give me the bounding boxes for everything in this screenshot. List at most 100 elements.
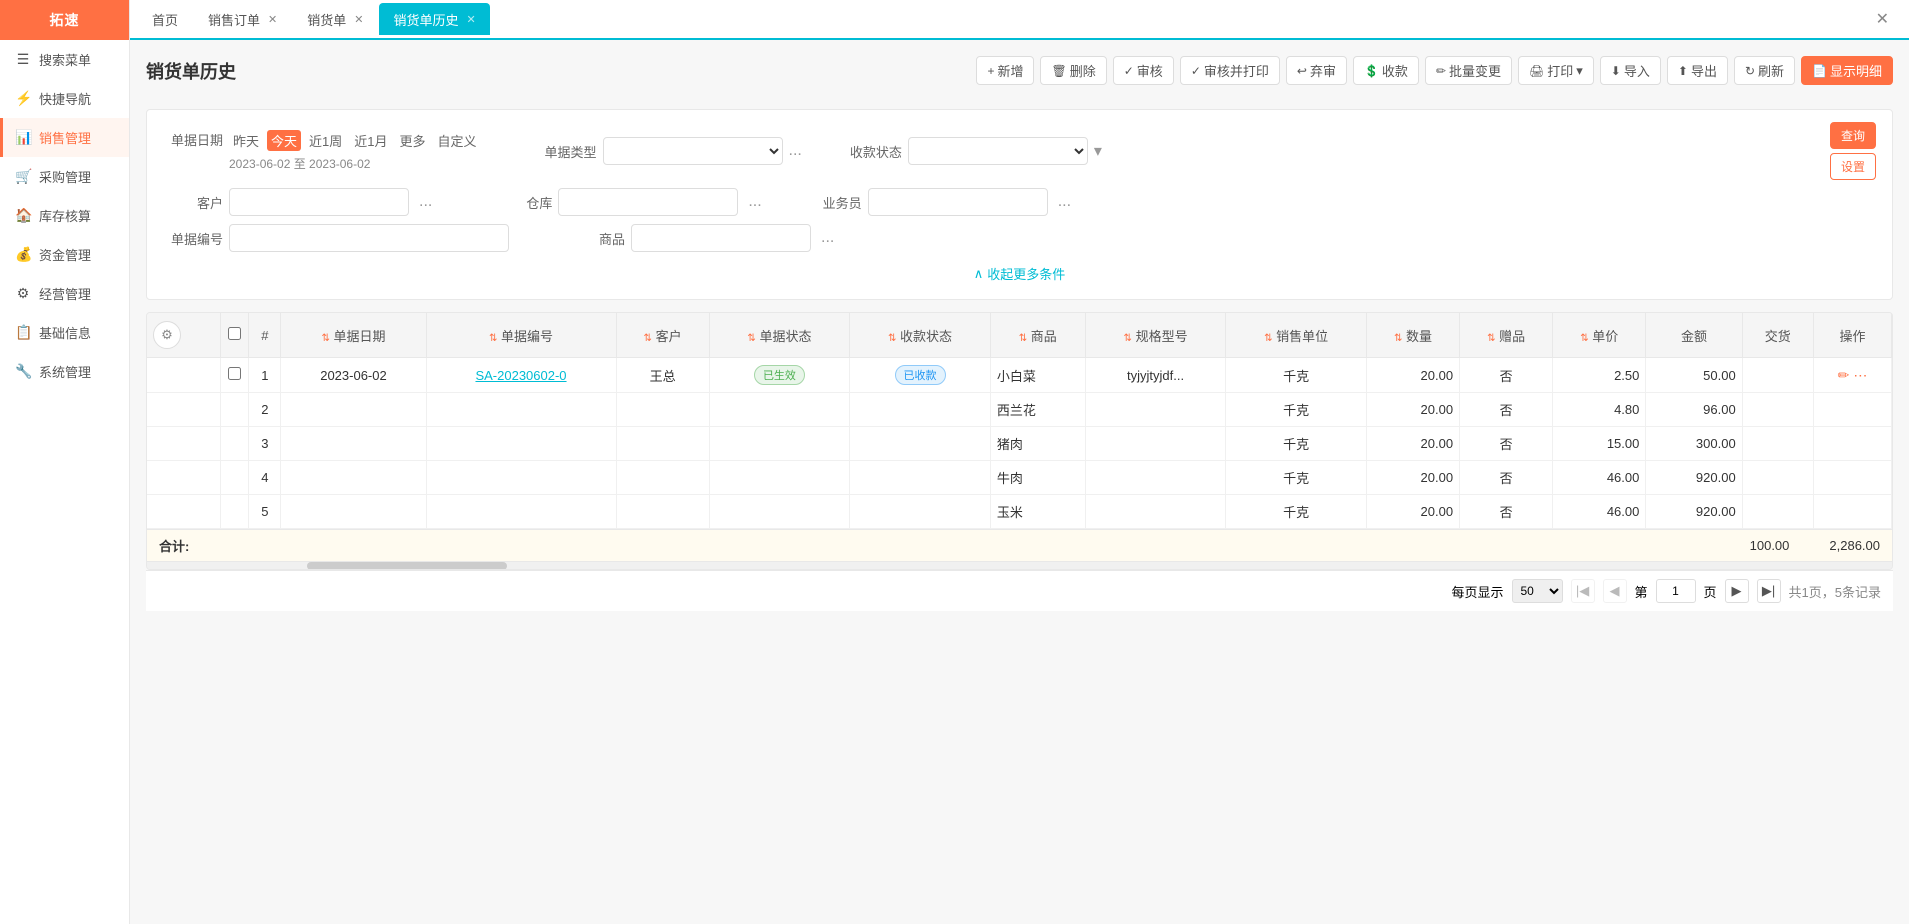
tab-sales-goods-close[interactable]: ✕ [354,13,363,26]
th-goods[interactable]: ⇅ 商品 [990,313,1085,358]
tab-sales-order[interactable]: 销售订单 ✕ [194,3,291,35]
purchase-mgmt-icon: 🛒 [15,168,31,185]
salesperson-input[interactable] [868,188,1048,216]
th-collect-status[interactable]: ⇅ 收款状态 [850,313,991,358]
warehouse-input[interactable] [558,188,738,216]
sidebar-item-sys-mgmt[interactable]: 🔧 系统管理 [0,352,129,391]
warehouse-ellipsis[interactable]: ... [744,193,765,211]
th-customer[interactable]: ⇅ 客户 [616,313,709,358]
tab-sales-history-close[interactable]: ✕ [467,13,476,26]
tab-sales-history[interactable]: 销货单历史 ✕ [379,3,489,35]
doc-num-link[interactable]: SA-20230602-0 [475,368,566,383]
table-cell: 千克 [1226,393,1367,427]
table-cell: 千克 [1226,427,1367,461]
sort-icon: ⇅ [1580,333,1588,344]
th-unit-price[interactable]: ⇅ 单价 [1553,313,1646,358]
shortcut-more[interactable]: 更多 [396,130,430,151]
th-trade: 交货 [1742,313,1813,358]
table-cell [1085,393,1226,427]
doc-type-select[interactable] [603,137,783,165]
sidebar-item-label: 基础信息 [39,323,91,342]
collect-status-ellipsis[interactable]: ▾ [1090,141,1106,161]
th-gift[interactable]: ⇅ 赠品 [1460,313,1553,358]
query-button[interactable]: 查询 [1830,122,1876,149]
table-row: 12023-06-02SA-20230602-0王总已生效已收款小白菜tyjyj… [147,358,1892,393]
shortcut-yesterday[interactable]: 昨天 [229,130,263,151]
shortcut-custom[interactable]: 自定义 [434,130,481,151]
sidebar-item-label: 采购管理 [39,167,91,186]
delete-button[interactable]: 🗑 删除 [1040,56,1106,85]
sidebar-item-purchase-mgmt[interactable]: 🛒 采购管理 [0,157,129,196]
doc-num-input[interactable] [229,224,509,252]
show-detail-icon: 📄 [1812,64,1827,78]
page-input[interactable] [1656,579,1696,603]
salesperson-ellipsis[interactable]: ... [1054,193,1075,211]
audit-button[interactable]: ✓ 审核 [1113,56,1174,85]
table-cell [616,495,709,529]
table-cell [1742,358,1813,393]
customer-ellipsis[interactable]: ... [415,193,436,211]
batch-change-button[interactable]: ✏ 批量变更 [1425,56,1512,85]
window-close-btn[interactable]: ✕ [1864,9,1901,29]
collect-button[interactable]: 💲 收款 [1353,56,1419,85]
sidebar-item-finance-mgmt[interactable]: 💰 资金管理 [0,235,129,274]
sidebar-item-inventory-calc[interactable]: 🏠 库存核算 [0,196,129,235]
audit-print-icon: ✓ [1191,64,1201,78]
collapse-more-btn[interactable]: ∧ 收起更多条件 [163,260,1876,287]
sidebar-item-search-menu[interactable]: ☰ 搜索菜单 [0,40,129,79]
page-prefix: 第 [1635,582,1648,601]
table-cell [426,495,616,529]
page-title: 销货单历史 [146,58,236,84]
doc-type-ellipsis[interactable]: ... [785,142,806,160]
th-spec[interactable]: ⇅ 规格型号 [1085,313,1226,358]
refresh-icon: ↻ [1745,64,1755,78]
shortcut-last30[interactable]: 近1月 [350,130,391,151]
import-button[interactable]: ⬇ 导入 [1600,56,1661,85]
goods-ellipsis[interactable]: ... [817,229,838,247]
first-page-btn[interactable]: |◀ [1571,579,1595,603]
sidebar-item-sales-mgmt[interactable]: 📊 销售管理 [0,118,129,157]
export-button[interactable]: ⬆ 导出 [1667,56,1728,85]
scrollbar-thumb[interactable] [307,562,507,570]
collect-status-select[interactable] [908,137,1088,165]
print-button[interactable]: 🖨 打印 ▾ [1518,56,1594,85]
show-detail-button[interactable]: 📄 显示明细 [1801,56,1893,85]
last-page-btn[interactable]: ▶| [1757,579,1781,603]
abandon-button[interactable]: ↩ 弃审 [1286,56,1347,85]
tab-home[interactable]: 首页 [138,3,192,35]
sidebar-item-label: 销售管理 [39,128,91,147]
th-doc-date[interactable]: ⇅ 单据日期 [281,313,426,358]
prev-page-btn[interactable]: ◀ [1603,579,1627,603]
page-suffix: 页 [1704,582,1717,601]
horizontal-scrollbar[interactable] [147,561,1892,569]
table-row: 2西兰花千克20.00否4.8096.00 [147,393,1892,427]
tab-sales-order-close[interactable]: ✕ [268,13,277,26]
customer-input[interactable] [229,188,409,216]
column-settings-btn[interactable]: ⚙ [153,321,181,349]
refresh-button[interactable]: ↻ 刷新 [1734,56,1795,85]
table-cell: 46.00 [1553,495,1646,529]
main-area: 首页 销售订单 ✕ 销货单 ✕ 销货单历史 ✕ ✕ 销货单历史 + 新增 [130,0,1909,924]
more-row-btn[interactable]: ⋯ [1853,367,1867,384]
new-button[interactable]: + 新增 [976,56,1034,85]
shortcut-today[interactable]: 今天 [267,130,301,151]
th-qty[interactable]: ⇅ 数量 [1366,313,1459,358]
select-all-checkbox[interactable] [228,327,241,340]
th-settings[interactable]: ⚙ [147,313,221,358]
th-doc-num[interactable]: ⇅ 单据编号 [426,313,616,358]
sidebar-item-quick-nav[interactable]: ⚡ 快捷导航 [0,79,129,118]
goods-input[interactable] [631,224,811,252]
th-doc-status[interactable]: ⇅ 单据状态 [709,313,850,358]
sidebar-item-ops-mgmt[interactable]: ⚙ 经营管理 [0,274,129,313]
per-page-select[interactable]: 50 10 20 100 [1512,579,1563,603]
setup-button[interactable]: 设置 [1830,153,1876,180]
next-page-btn[interactable]: ▶ [1725,579,1749,603]
row-checkbox[interactable] [228,367,241,380]
sidebar-item-base-info[interactable]: 📋 基础信息 [0,313,129,352]
tab-sales-goods[interactable]: 销货单 ✕ [293,3,377,35]
edit-row-btn[interactable]: ✏ [1838,367,1850,384]
th-unit[interactable]: ⇅ 销售单位 [1226,313,1367,358]
finance-mgmt-icon: 💰 [15,246,31,263]
audit-print-button[interactable]: ✓ 审核并打印 [1180,56,1280,85]
shortcut-last7[interactable]: 近1周 [305,130,346,151]
